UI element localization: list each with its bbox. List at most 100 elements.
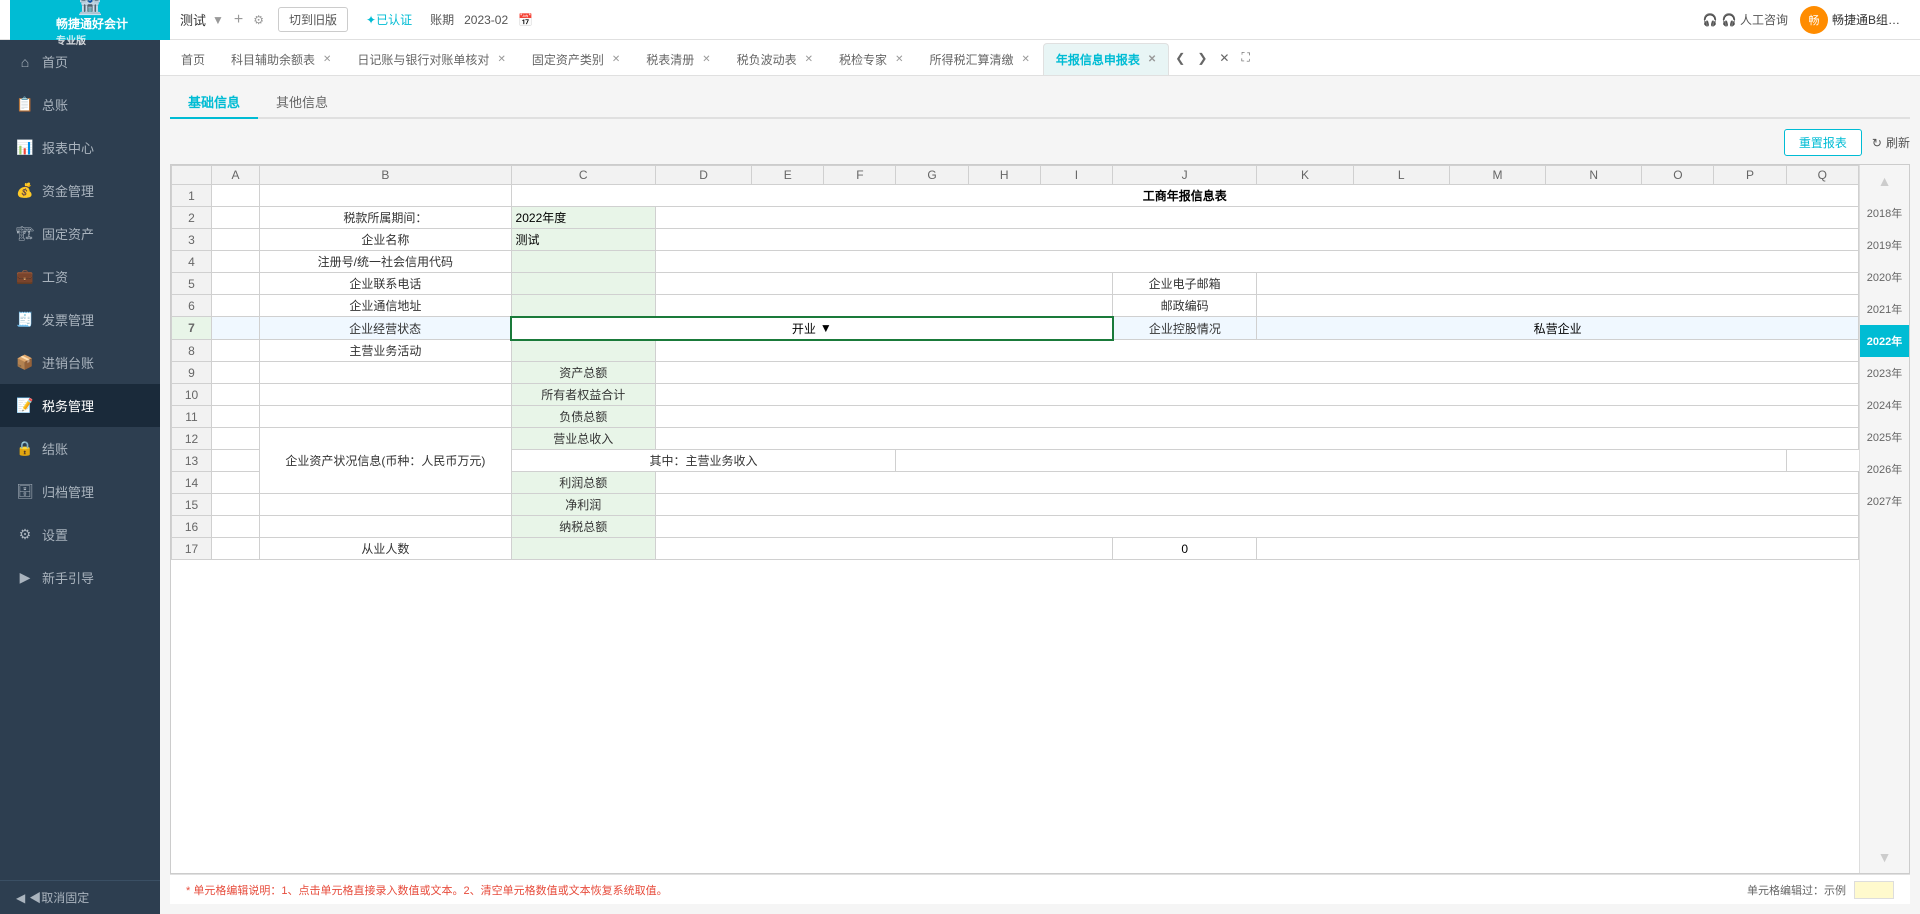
cell-9c[interactable]: 资产总额 bbox=[511, 362, 655, 384]
tab-tax-fluctuation[interactable]: 税负波动表 ✕ bbox=[724, 43, 826, 75]
tab-expand[interactable]: ⛶ bbox=[1235, 46, 1255, 69]
year-item-2027[interactable]: 2027年 bbox=[1860, 485, 1909, 517]
sidebar-item-closing[interactable]: 🔒 结账 bbox=[0, 427, 160, 470]
old-version-button[interactable]: 切到旧版 bbox=[278, 7, 348, 32]
cell-7k-q[interactable]: 私营企业 bbox=[1257, 317, 1859, 340]
cell-10a bbox=[212, 384, 260, 406]
cell-2c[interactable]: 2022年度 bbox=[511, 207, 655, 229]
sub-tab-basic[interactable]: 基础信息 bbox=[170, 86, 258, 119]
year-item-2025[interactable]: 2025年 bbox=[1860, 421, 1909, 453]
refresh-button[interactable]: ↻ 刷新 bbox=[1872, 134, 1910, 151]
year-item-2021[interactable]: 2021年 bbox=[1860, 293, 1909, 325]
close-icon[interactable]: ✕ bbox=[1021, 54, 1029, 65]
row-num: 15 bbox=[172, 494, 212, 516]
user-area[interactable]: 畅 畅捷通B组… bbox=[1800, 6, 1900, 34]
cell-3b[interactable]: 企业名称 bbox=[260, 229, 511, 251]
close-icon[interactable]: ✕ bbox=[805, 54, 813, 65]
cell-6j[interactable]: 邮政编码 bbox=[1113, 295, 1257, 317]
calendar-icon[interactable]: 📅 bbox=[518, 13, 533, 27]
year-nav-down[interactable]: ▼ bbox=[1874, 845, 1896, 869]
tab-tax-expert[interactable]: 税检专家 ✕ bbox=[826, 43, 916, 75]
cell-4c[interactable] bbox=[511, 251, 655, 273]
cell-3c[interactable]: 测试 bbox=[511, 229, 655, 251]
year-item-2018[interactable]: 2018年 bbox=[1860, 197, 1909, 229]
sidebar-item-label: 首页 bbox=[42, 52, 68, 71]
sidebar-item-archive[interactable]: 🗄 归档管理 bbox=[0, 470, 160, 513]
cell-2b[interactable]: 税款所属期间： bbox=[260, 207, 511, 229]
close-icon[interactable]: ✕ bbox=[1148, 54, 1156, 65]
sidebar-item-salary[interactable]: 💼 工资 bbox=[0, 255, 160, 298]
cell-7j[interactable]: 企业控股情况 bbox=[1113, 317, 1257, 340]
sub-tab-other[interactable]: 其他信息 bbox=[258, 86, 346, 119]
add-tab-button[interactable]: + bbox=[234, 11, 243, 29]
cell-8c[interactable] bbox=[511, 340, 655, 362]
sidebar-item-settings[interactable]: ⚙ 设置 bbox=[0, 513, 160, 556]
sidebar-item-capital[interactable]: 💰 资金管理 bbox=[0, 169, 160, 212]
sidebar-item-tax[interactable]: 📝 税务管理 bbox=[0, 384, 160, 427]
settings-button[interactable]: ⚙ bbox=[253, 13, 264, 27]
year-item-2024[interactable]: 2024年 bbox=[1860, 389, 1909, 421]
tab-income-tax[interactable]: 所得税汇算清缴 ✕ bbox=[916, 43, 1042, 75]
cell-5j[interactable]: 企业电子邮箱 bbox=[1113, 273, 1257, 295]
close-icon[interactable]: ✕ bbox=[895, 54, 903, 65]
tab-annual-report[interactable]: 年报信息申报表 ✕ bbox=[1043, 43, 1169, 75]
year-item-2023[interactable]: 2023年 bbox=[1860, 357, 1909, 389]
cell-14c[interactable]: 利润总额 bbox=[511, 472, 655, 494]
cell-15c[interactable]: 净利润 bbox=[511, 494, 655, 516]
row-num: 13 bbox=[172, 450, 212, 472]
cell-7b[interactable]: 企业经营状态 bbox=[260, 317, 511, 340]
cell-6c[interactable] bbox=[511, 295, 655, 317]
cell-7c-i[interactable]: 开业 ▼ bbox=[511, 317, 1112, 340]
tab-home[interactable]: 首页 bbox=[168, 43, 218, 75]
cell-12c[interactable]: 营业总收入 bbox=[511, 428, 655, 450]
service-label: 🎧 人工咨询 bbox=[1722, 11, 1788, 28]
collapse-label: ◀取消固定 bbox=[29, 889, 89, 906]
reset-button[interactable]: 重置报表 bbox=[1784, 129, 1862, 156]
cell-10c[interactable]: 所有者权益合计 bbox=[511, 384, 655, 406]
cell-16c[interactable]: 纳税总额 bbox=[511, 516, 655, 538]
dropdown-arrow[interactable]: ▼ bbox=[212, 13, 224, 27]
year-nav-up[interactable]: ▲ bbox=[1874, 169, 1896, 193]
cell-5c[interactable] bbox=[511, 273, 655, 295]
cell-6b[interactable]: 企业通信地址 bbox=[260, 295, 511, 317]
tab-fixed-assets[interactable]: 固定资产类别 ✕ bbox=[519, 43, 633, 75]
sidebar-item-reports[interactable]: 📊 报表中心 bbox=[0, 126, 160, 169]
dropdown-arrow-icon[interactable]: ▼ bbox=[820, 321, 832, 335]
close-icon[interactable]: ✕ bbox=[612, 54, 620, 65]
year-item-2020[interactable]: 2020年 bbox=[1860, 261, 1909, 293]
sidebar-item-ledger[interactable]: 📋 总账 bbox=[0, 83, 160, 126]
year-item-2026[interactable]: 2026年 bbox=[1860, 453, 1909, 485]
cell-17j[interactable]: 0 bbox=[1113, 538, 1257, 560]
tab-nav-next[interactable]: ❯ bbox=[1191, 47, 1213, 69]
cell-11c[interactable]: 负债总额 bbox=[511, 406, 655, 428]
cell-9b bbox=[260, 362, 511, 384]
close-icon[interactable]: ✕ bbox=[497, 54, 505, 65]
sidebar-item-assets[interactable]: 🏗 固定资产 bbox=[0, 212, 160, 255]
sidebar-item-invoice[interactable]: 🧾 发票管理 bbox=[0, 298, 160, 341]
tab-journal[interactable]: 日记账与银行对账单核对 ✕ bbox=[344, 43, 518, 75]
tab-close-all[interactable]: ✕ bbox=[1213, 47, 1235, 69]
cell-17c[interactable] bbox=[511, 538, 655, 560]
cell-12b[interactable]: 企业资产状况信息(币种：人民币万元) bbox=[260, 428, 511, 494]
cell-17a bbox=[212, 538, 260, 560]
tab-aux-balance[interactable]: 科目辅助余额表 ✕ bbox=[218, 43, 344, 75]
sidebar-item-inventory[interactable]: 📦 进销台账 bbox=[0, 341, 160, 384]
tab-nav-prev[interactable]: ❮ bbox=[1169, 47, 1191, 69]
cell-6k-q bbox=[1257, 295, 1859, 317]
cell-5b[interactable]: 企业联系电话 bbox=[260, 273, 511, 295]
cell-4b[interactable]: 注册号/统一社会信用代码 bbox=[260, 251, 511, 273]
service-button[interactable]: 🎧 🎧 人工咨询 bbox=[1703, 11, 1788, 28]
close-icon[interactable]: ✕ bbox=[323, 54, 331, 65]
example-box bbox=[1854, 881, 1894, 899]
cell-8b[interactable]: 主营业务活动 bbox=[260, 340, 511, 362]
cell-17b[interactable]: 从业人数 bbox=[260, 538, 511, 560]
tab-tax-form[interactable]: 税表清册 ✕ bbox=[633, 43, 723, 75]
col-header-i: I bbox=[1040, 166, 1112, 185]
cell-1-title[interactable]: 工商年报信息表 bbox=[511, 185, 1858, 207]
cell-13d[interactable]: 其中：主营业务收入 bbox=[511, 450, 896, 472]
collapse-sidebar-button[interactable]: ◀ ◀取消固定 bbox=[0, 880, 160, 914]
year-item-2022[interactable]: 2022年 bbox=[1860, 325, 1909, 357]
sidebar-item-guide[interactable]: ▶ 新手引导 bbox=[0, 556, 160, 599]
year-item-2019[interactable]: 2019年 bbox=[1860, 229, 1909, 261]
close-icon[interactable]: ✕ bbox=[702, 54, 710, 65]
